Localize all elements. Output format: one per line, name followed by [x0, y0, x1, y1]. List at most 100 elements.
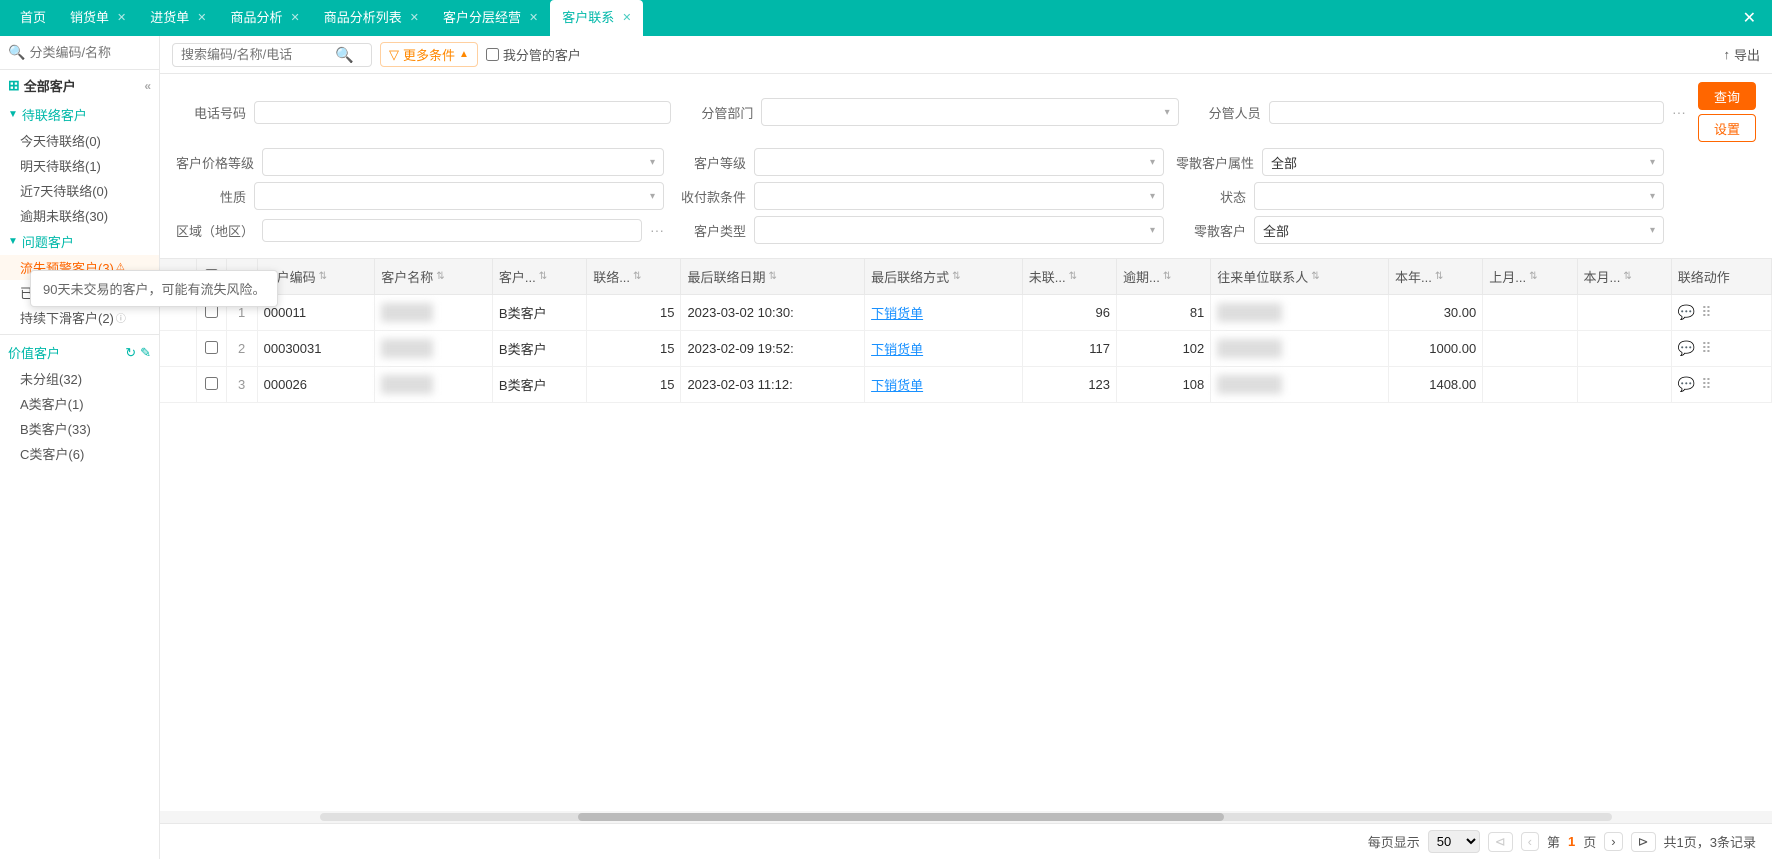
price-grade-select[interactable]: ▾	[262, 148, 664, 176]
table-last-month-header[interactable]: 上月... ⇅	[1483, 259, 1577, 295]
nav-sales-close[interactable]: ✕	[117, 0, 126, 36]
sidebar-section-problem-header[interactable]: ▼ 问题客户	[0, 228, 159, 255]
phone-input[interactable]	[254, 101, 671, 124]
nav-analysis-close[interactable]: ✕	[291, 0, 300, 36]
scrollbar-thumb[interactable]	[578, 813, 1224, 821]
row-checkbox[interactable]	[205, 341, 218, 354]
sidebar-item-class-c[interactable]: C类客户(6)	[0, 441, 159, 466]
sidebar-item-class-a[interactable]: A类客户(1)	[0, 391, 159, 416]
collapse-icon[interactable]: «	[144, 79, 151, 93]
next-page-button[interactable]: ›	[1604, 832, 1622, 851]
per-page-select[interactable]: 50 100 200	[1428, 830, 1480, 853]
row-this-year: 1408.00	[1388, 367, 1482, 403]
region-dots-icon[interactable]: ···	[650, 222, 664, 238]
row-last-method[interactable]: 下销货单	[865, 331, 1023, 367]
table-type-header[interactable]: 客户... ⇅	[492, 259, 586, 295]
nav-home[interactable]: 首页	[8, 0, 58, 36]
row-last-method[interactable]: 下销货单	[865, 367, 1023, 403]
table-this-year-header[interactable]: 本年... ⇅	[1388, 259, 1482, 295]
row-action-more-icon[interactable]: ⠿	[1701, 340, 1711, 357]
row-action-more-icon[interactable]: ⠿	[1701, 304, 1711, 321]
row-action-more-icon[interactable]: ⠿	[1701, 376, 1711, 393]
sidebar-section-pending-header[interactable]: ▼ 待联络客户	[0, 101, 159, 128]
filter-field-manager: 分管人员 ···	[1191, 101, 1686, 124]
row-overdue: 108	[1117, 367, 1211, 403]
nav-purchase[interactable]: 进货单 ✕	[138, 0, 218, 36]
export-button[interactable]: ↑ 导出	[1723, 45, 1760, 64]
table-last-method-header[interactable]: 最后联络方式 ⇅	[865, 259, 1023, 295]
customer-grade-select[interactable]: ▾	[754, 148, 1164, 176]
retail-attr-select[interactable]: 全部 ▾	[1262, 148, 1664, 176]
prev-page-button[interactable]: ‹	[1521, 832, 1539, 851]
first-page-button[interactable]: ⊲	[1488, 832, 1513, 852]
row-checkbox-cell[interactable]	[196, 331, 226, 367]
table-name-header[interactable]: 客户名称 ⇅	[375, 259, 493, 295]
nav-analysis-list-close[interactable]: ✕	[410, 0, 419, 36]
manager-input[interactable]	[1269, 101, 1664, 124]
filter-field-dept: 分管部门 ▾	[683, 98, 1178, 126]
table-overdue-header[interactable]: 逾期... ⇅	[1117, 259, 1211, 295]
sidebar-price-section-header[interactable]: 价值客户 ↻ ✎	[0, 339, 159, 366]
settings-button[interactable]: 设置	[1698, 114, 1756, 142]
filter-more-conditions-button[interactable]: ▽ 更多条件 ▲	[380, 42, 478, 67]
table-unit-contact-header[interactable]: 往来单位联系人 ⇅	[1211, 259, 1389, 295]
filter-field-payment: 收付款条件 ▾	[676, 182, 1164, 210]
table-last-date-header[interactable]: 最后联络日期 ⇅	[681, 259, 865, 295]
status-select[interactable]: ▾	[1254, 182, 1664, 210]
row-action-chat-icon[interactable]: 💬	[1678, 304, 1695, 321]
row-checkbox-cell[interactable]	[196, 367, 226, 403]
last-page-button[interactable]: ⊳	[1631, 832, 1656, 852]
filter-search-input[interactable]	[181, 47, 331, 62]
dept-select[interactable]: ▾	[761, 98, 1178, 126]
refresh-icon[interactable]: ↻	[125, 345, 136, 361]
nature-select[interactable]: ▾	[254, 182, 664, 210]
nav-customer-contact-close[interactable]: ✕	[622, 0, 631, 36]
sidebar-item-7days[interactable]: 近7天待联络(0)	[0, 178, 159, 203]
page-end-label: 页	[1583, 832, 1596, 851]
horizontal-scrollbar-area	[160, 811, 1772, 823]
price-grade-chevron-icon: ▾	[650, 157, 655, 168]
row-checkbox[interactable]	[205, 377, 218, 390]
filter-field-retail-customer: 零散客户 全部 ▾	[1176, 216, 1664, 244]
nav-sales[interactable]: 销货单 ✕	[58, 0, 138, 36]
sidebar-item-today[interactable]: 今天待联络(0)	[0, 128, 159, 153]
table-not-contacted-header[interactable]: 未联... ⇅	[1022, 259, 1116, 295]
sidebar-item-overdue[interactable]: 逾期未联络(30)	[0, 203, 159, 228]
my-customers-checkbox-label[interactable]: 我分管的客户	[486, 45, 581, 64]
nav-analysis-list[interactable]: 商品分析列表 ✕	[312, 0, 431, 36]
table-contact-header[interactable]: 联络... ⇅	[587, 259, 681, 295]
sidebar-item-ungrouped[interactable]: 未分组(32)	[0, 366, 159, 391]
row-action-chat-icon[interactable]: 💬	[1678, 376, 1695, 393]
region-input[interactable]	[262, 219, 642, 242]
query-button[interactable]: 查询	[1698, 82, 1756, 110]
manager-dots-icon[interactable]: ···	[1672, 104, 1686, 120]
sidebar-all-customers[interactable]: ⊞ 全部客户 «	[0, 70, 159, 101]
sidebar-item-class-b[interactable]: B类客户(33)	[0, 416, 159, 441]
row-last-method[interactable]: 下销货单	[865, 295, 1023, 331]
row-overdue: 81	[1117, 295, 1211, 331]
filter-field-price-grade: 客户价格等级 ▾	[176, 148, 664, 176]
row-action-chat-icon[interactable]: 💬	[1678, 340, 1695, 357]
nav-analysis[interactable]: 商品分析 ✕	[218, 0, 311, 36]
payment-select[interactable]: ▾	[754, 182, 1164, 210]
filter-search-button[interactable]: 🔍	[335, 46, 354, 64]
scrollbar-track[interactable]	[320, 813, 1612, 821]
chevron-down-icon: ▲	[459, 49, 469, 60]
edit-icon[interactable]: ✎	[140, 345, 151, 361]
sidebar-search-input[interactable]	[29, 45, 160, 60]
my-customers-checkbox[interactable]	[486, 48, 499, 61]
table-this-month-header[interactable]: 本月... ⇅	[1577, 259, 1671, 295]
nav-customer-tier[interactable]: 客户分层经营 ✕	[431, 0, 550, 36]
nav-purchase-close[interactable]: ✕	[197, 0, 206, 36]
sidebar-search-area: 🔍	[0, 36, 159, 70]
row-name: 张张张张	[375, 331, 493, 367]
nav-customer-tier-close[interactable]: ✕	[529, 0, 538, 36]
nav-customer-contact[interactable]: 客户联系 ✕	[550, 0, 643, 36]
sidebar-item-tomorrow[interactable]: 明天待联络(1)	[0, 153, 159, 178]
sidebar-item-declining[interactable]: 持续下滑客户(2) ⓘ	[0, 305, 159, 330]
table-row: 3 000026 张张张张 B类客户 15 2023-02-03 11:12: …	[160, 367, 1772, 403]
customer-type-select[interactable]: ▾	[754, 216, 1164, 244]
retail-customer-select[interactable]: 全部 ▾	[1254, 216, 1664, 244]
window-close[interactable]: ✕	[1735, 8, 1764, 28]
sidebar-divider	[0, 334, 159, 335]
